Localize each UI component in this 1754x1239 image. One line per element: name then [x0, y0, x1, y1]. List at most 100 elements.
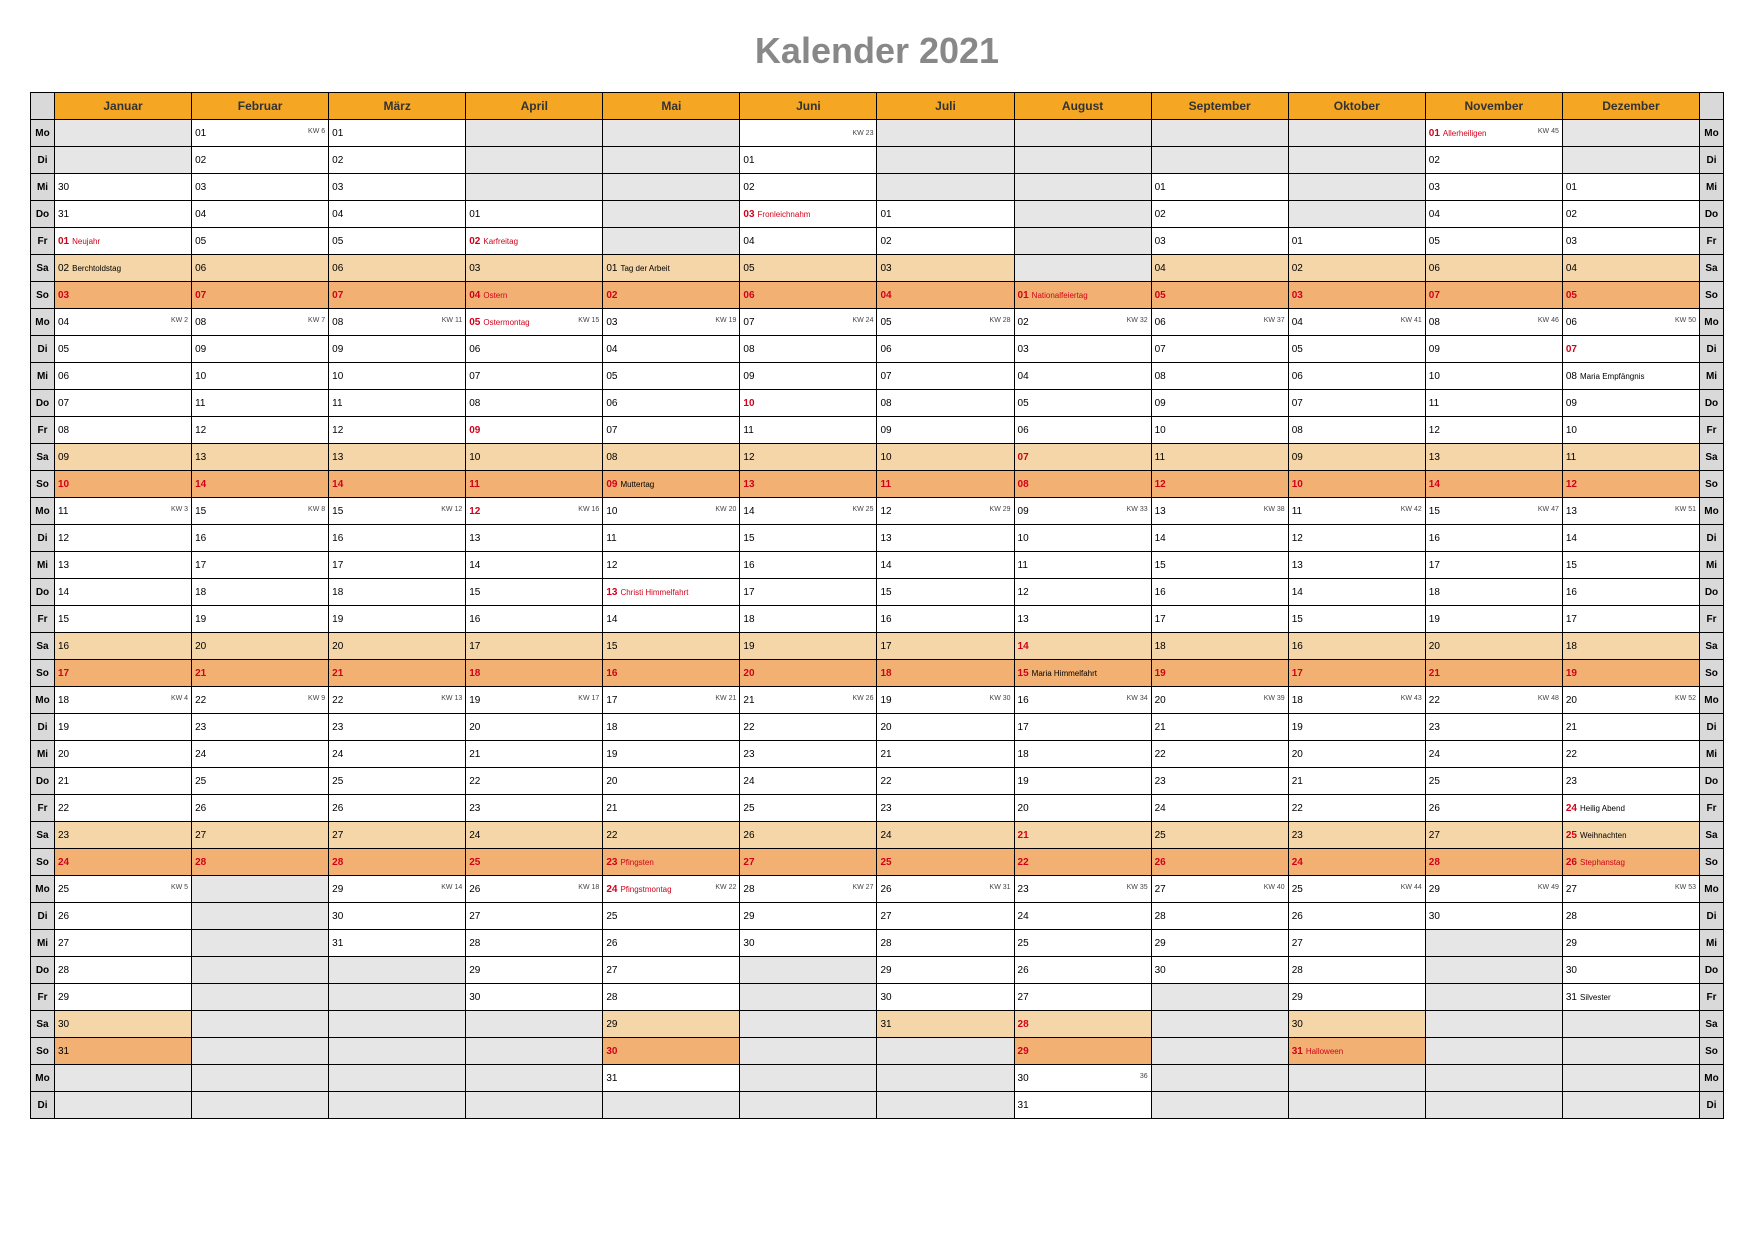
calendar-cell: 27	[329, 822, 466, 849]
calendar-cell: 28	[55, 957, 192, 984]
calendar-cell: 17	[1425, 552, 1562, 579]
calendar-cell: 07	[603, 417, 740, 444]
calendar-cell: 01	[466, 201, 603, 228]
weekday-label: Mo	[31, 876, 55, 903]
calendar-cell: 20	[1288, 741, 1425, 768]
calendar-cell: 18KW 4	[55, 687, 192, 714]
calendar-cell: 23	[55, 822, 192, 849]
weekday-label: Sa	[1700, 255, 1724, 282]
calendar-cell	[1562, 1092, 1699, 1119]
month-header-5: Juni	[740, 93, 877, 120]
calendar-cell: 26	[192, 795, 329, 822]
calendar-cell: 14	[603, 606, 740, 633]
calendar-cell: 07	[1151, 336, 1288, 363]
calendar-cell: 24	[877, 822, 1014, 849]
calendar-cell: 08	[1151, 363, 1288, 390]
calendar-cell: 08	[55, 417, 192, 444]
calendar-cell	[740, 1092, 877, 1119]
calendar-cell: 01	[1288, 228, 1425, 255]
weekday-label: Sa	[31, 633, 55, 660]
calendar-cell: 07	[1425, 282, 1562, 309]
calendar-cell: 01	[1151, 174, 1288, 201]
calendar-cell: 24	[1014, 903, 1151, 930]
weekday-label: Mi	[1700, 552, 1724, 579]
calendar-cell: 02	[1425, 147, 1562, 174]
weekday-label: Sa	[31, 255, 55, 282]
calendar-cell: 25	[603, 903, 740, 930]
calendar-cell	[603, 147, 740, 174]
calendar-cell: 03	[55, 282, 192, 309]
calendar-cell: 04	[1014, 363, 1151, 390]
calendar-cell: 20	[55, 741, 192, 768]
calendar-cell	[1288, 147, 1425, 174]
weekday-label: So	[1700, 282, 1724, 309]
calendar-cell	[329, 984, 466, 1011]
calendar-cell	[1151, 984, 1288, 1011]
month-header-6: Juli	[877, 93, 1014, 120]
calendar-cell: 29	[740, 903, 877, 930]
calendar-cell: 07	[1562, 336, 1699, 363]
calendar-cell: 20	[740, 660, 877, 687]
calendar-cell: 02	[1562, 201, 1699, 228]
calendar-cell	[740, 1011, 877, 1038]
calendar-cell: 05	[603, 363, 740, 390]
calendar-cell: 11	[466, 471, 603, 498]
calendar-cell	[1014, 120, 1151, 147]
calendar-cell: 14	[1562, 525, 1699, 552]
month-header-10: November	[1425, 93, 1562, 120]
calendar-cell: 09Muttertag	[603, 471, 740, 498]
weekday-label: Do	[1700, 579, 1724, 606]
calendar-cell: 29	[466, 957, 603, 984]
calendar-cell: 16	[55, 633, 192, 660]
calendar-cell: 09KW 33	[1014, 498, 1151, 525]
calendar-cell: 06	[1014, 417, 1151, 444]
calendar-cell: 23	[740, 741, 877, 768]
calendar-cell: 21	[466, 741, 603, 768]
weekday-label: So	[1700, 849, 1724, 876]
calendar-cell	[55, 120, 192, 147]
calendar-cell: 24	[1288, 849, 1425, 876]
calendar-cell	[1014, 255, 1151, 282]
calendar-cell: 22KW 13	[329, 687, 466, 714]
calendar-cell: 31	[55, 1038, 192, 1065]
calendar-cell: 27KW 53	[1562, 876, 1699, 903]
calendar-cell: 19	[1288, 714, 1425, 741]
calendar-cell: 04	[192, 201, 329, 228]
calendar-cell: 12	[740, 444, 877, 471]
calendar-cell: 22	[1014, 849, 1151, 876]
calendar-cell	[740, 1065, 877, 1092]
calendar-cell: 22	[55, 795, 192, 822]
calendar-cell: 30	[1151, 957, 1288, 984]
calendar-cell: 21	[603, 795, 740, 822]
calendar-cell: 16	[466, 606, 603, 633]
calendar-cell: 09	[329, 336, 466, 363]
month-header-8: September	[1151, 93, 1288, 120]
calendar-cell: 03	[192, 174, 329, 201]
calendar-cell	[1151, 1011, 1288, 1038]
calendar-cell: 07	[329, 282, 466, 309]
calendar-cell: 14	[55, 579, 192, 606]
weekday-label: Do	[1700, 201, 1724, 228]
calendar-cell: 13	[1014, 606, 1151, 633]
weekday-label: Do	[1700, 768, 1724, 795]
calendar-cell: 28	[1151, 903, 1288, 930]
calendar-cell: 18	[1014, 741, 1151, 768]
calendar-cell: 04KW 2	[55, 309, 192, 336]
calendar-cell: 10	[329, 363, 466, 390]
weekday-label: Sa	[31, 1011, 55, 1038]
calendar-cell: 27	[1425, 822, 1562, 849]
calendar-cell	[877, 1065, 1014, 1092]
calendar-cell: 18	[1151, 633, 1288, 660]
weekday-label: Do	[1700, 957, 1724, 984]
calendar-cell	[603, 228, 740, 255]
calendar-cell: 23	[192, 714, 329, 741]
calendar-cell: 15	[740, 525, 877, 552]
calendar-cell: 12	[603, 552, 740, 579]
calendar-cell	[1425, 930, 1562, 957]
calendar-cell: 10	[466, 444, 603, 471]
calendar-cell: 11	[1562, 444, 1699, 471]
calendar-cell: 27	[466, 903, 603, 930]
weekday-label: Mo	[31, 498, 55, 525]
weekday-label: Mo	[1700, 876, 1724, 903]
calendar-cell: 24	[1151, 795, 1288, 822]
